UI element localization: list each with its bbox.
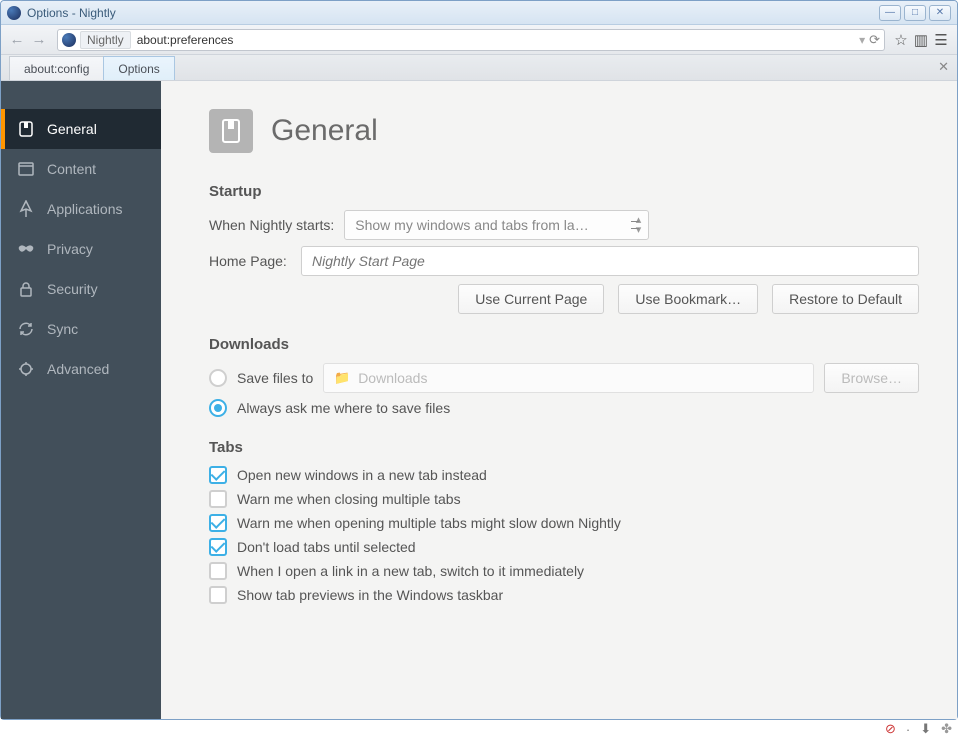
tabs-open-new-windows-checkbox[interactable] bbox=[209, 466, 227, 484]
when-starts-label: When Nightly starts: bbox=[209, 217, 334, 233]
url-bar[interactable]: Nightly about:preferences ▾ ⟳ bbox=[57, 29, 885, 51]
download-folder-field: 📁 Downloads bbox=[323, 363, 814, 393]
tabs-option-label: Warn me when closing multiple tabs bbox=[237, 491, 461, 507]
use-current-page-button[interactable]: Use Current Page bbox=[458, 284, 604, 314]
tab-close-icon[interactable]: ✕ bbox=[938, 59, 949, 75]
folder-icon: 📁 bbox=[334, 370, 350, 386]
sidebar-item-label: Applications bbox=[47, 201, 123, 217]
site-identity-icon bbox=[62, 33, 76, 47]
reload-icon[interactable]: ⟳ bbox=[869, 32, 880, 48]
sidebar-item-label: Advanced bbox=[47, 361, 109, 377]
section-heading-startup: Startup bbox=[209, 183, 919, 200]
tabs-option-label: Open new windows in a new tab instead bbox=[237, 467, 487, 483]
preferences-sidebar: General Content Applications Privacy bbox=[1, 81, 161, 719]
forward-button[interactable]: → bbox=[29, 30, 49, 50]
sidebar-item-label: Security bbox=[47, 281, 98, 297]
tabs-option-label: When I open a link in a new tab, switch … bbox=[237, 563, 584, 579]
close-button[interactable]: ✕ bbox=[929, 5, 951, 21]
back-button[interactable]: ← bbox=[7, 30, 27, 50]
tab-options[interactable]: Options bbox=[103, 56, 174, 80]
title-bar: Options - Nightly — □ ✕ bbox=[1, 1, 957, 25]
page-title: General bbox=[271, 114, 378, 148]
section-heading-downloads: Downloads bbox=[209, 336, 919, 353]
preferences-content: General Startup When Nightly starts: Sho… bbox=[161, 81, 957, 719]
advanced-icon bbox=[17, 360, 35, 378]
tab-strip: about:config Options ✕ bbox=[1, 55, 957, 81]
restore-default-button[interactable]: Restore to Default bbox=[772, 284, 919, 314]
tab-about-config[interactable]: about:config bbox=[9, 56, 104, 80]
tabs-option-label: Show tab previews in the Windows taskbar bbox=[237, 587, 503, 603]
privacy-icon bbox=[17, 240, 35, 258]
sidebar-item-label: General bbox=[47, 121, 97, 137]
page-header-icon bbox=[209, 109, 253, 153]
sidebar-item-label: Sync bbox=[47, 321, 78, 337]
save-files-to-label: Save files to bbox=[237, 370, 323, 386]
sidebar-item-security[interactable]: Security bbox=[1, 269, 161, 309]
maximize-button[interactable]: □ bbox=[904, 5, 926, 21]
tabs-switch-immediately-checkbox[interactable] bbox=[209, 562, 227, 580]
sidebar-item-general[interactable]: General bbox=[1, 109, 161, 149]
dropdown-icon[interactable]: ▾ bbox=[859, 33, 865, 47]
always-ask-radio[interactable] bbox=[209, 399, 227, 417]
tabs-option-label: Warn me when opening multiple tabs might… bbox=[237, 515, 621, 531]
tabs-taskbar-previews-checkbox[interactable] bbox=[209, 586, 227, 604]
browse-button[interactable]: Browse… bbox=[824, 363, 919, 393]
app-window: Options - Nightly — □ ✕ ← → Nightly abou… bbox=[0, 0, 958, 720]
sidebar-item-applications[interactable]: Applications bbox=[1, 189, 161, 229]
status-separator: · bbox=[906, 722, 910, 737]
status-blocked-icon[interactable]: ⊘ bbox=[885, 721, 896, 737]
tabs-warn-open-checkbox[interactable] bbox=[209, 514, 227, 532]
applications-icon bbox=[17, 200, 35, 218]
section-heading-tabs: Tabs bbox=[209, 439, 919, 456]
identity-label: Nightly bbox=[80, 31, 131, 49]
status-addon-icon[interactable]: ✤ bbox=[941, 721, 952, 737]
bookmark-star-icon[interactable]: ☆ bbox=[891, 31, 911, 49]
homepage-label: Home Page: bbox=[209, 253, 291, 269]
status-download-icon[interactable]: ⬇ bbox=[920, 721, 931, 737]
sidebar-item-label: Content bbox=[47, 161, 96, 177]
use-bookmark-button[interactable]: Use Bookmark… bbox=[618, 284, 758, 314]
sync-icon bbox=[17, 320, 35, 338]
security-icon bbox=[17, 280, 35, 298]
homepage-input[interactable] bbox=[301, 246, 919, 276]
status-bar: ⊘ · ⬇ ✤ bbox=[0, 720, 960, 738]
content-icon bbox=[17, 160, 35, 178]
tabs-warn-close-checkbox[interactable] bbox=[209, 490, 227, 508]
library-icon[interactable]: ▥ bbox=[911, 31, 931, 49]
save-files-to-radio[interactable] bbox=[209, 369, 227, 387]
sidebar-item-content[interactable]: Content bbox=[1, 149, 161, 189]
sidebar-item-label: Privacy bbox=[47, 241, 93, 257]
app-icon bbox=[7, 6, 21, 20]
sidebar-item-advanced[interactable]: Advanced bbox=[1, 349, 161, 389]
sidebar-item-sync[interactable]: Sync bbox=[1, 309, 161, 349]
when-starts-select[interactable]: Show my windows and tabs from la… ▴▾ bbox=[344, 210, 649, 240]
minimize-button[interactable]: — bbox=[879, 5, 901, 21]
always-ask-label: Always ask me where to save files bbox=[237, 400, 450, 416]
tabs-option-label: Don't load tabs until selected bbox=[237, 539, 416, 555]
window-title: Options - Nightly bbox=[27, 6, 116, 20]
sidebar-item-privacy[interactable]: Privacy bbox=[1, 229, 161, 269]
nav-toolbar: ← → Nightly about:preferences ▾ ⟳ ☆ ▥ ☰ bbox=[1, 25, 957, 55]
menu-icon[interactable]: ☰ bbox=[931, 31, 951, 49]
general-icon bbox=[17, 120, 35, 138]
tabs-dont-load-checkbox[interactable] bbox=[209, 538, 227, 556]
url-text: about:preferences bbox=[137, 33, 234, 47]
